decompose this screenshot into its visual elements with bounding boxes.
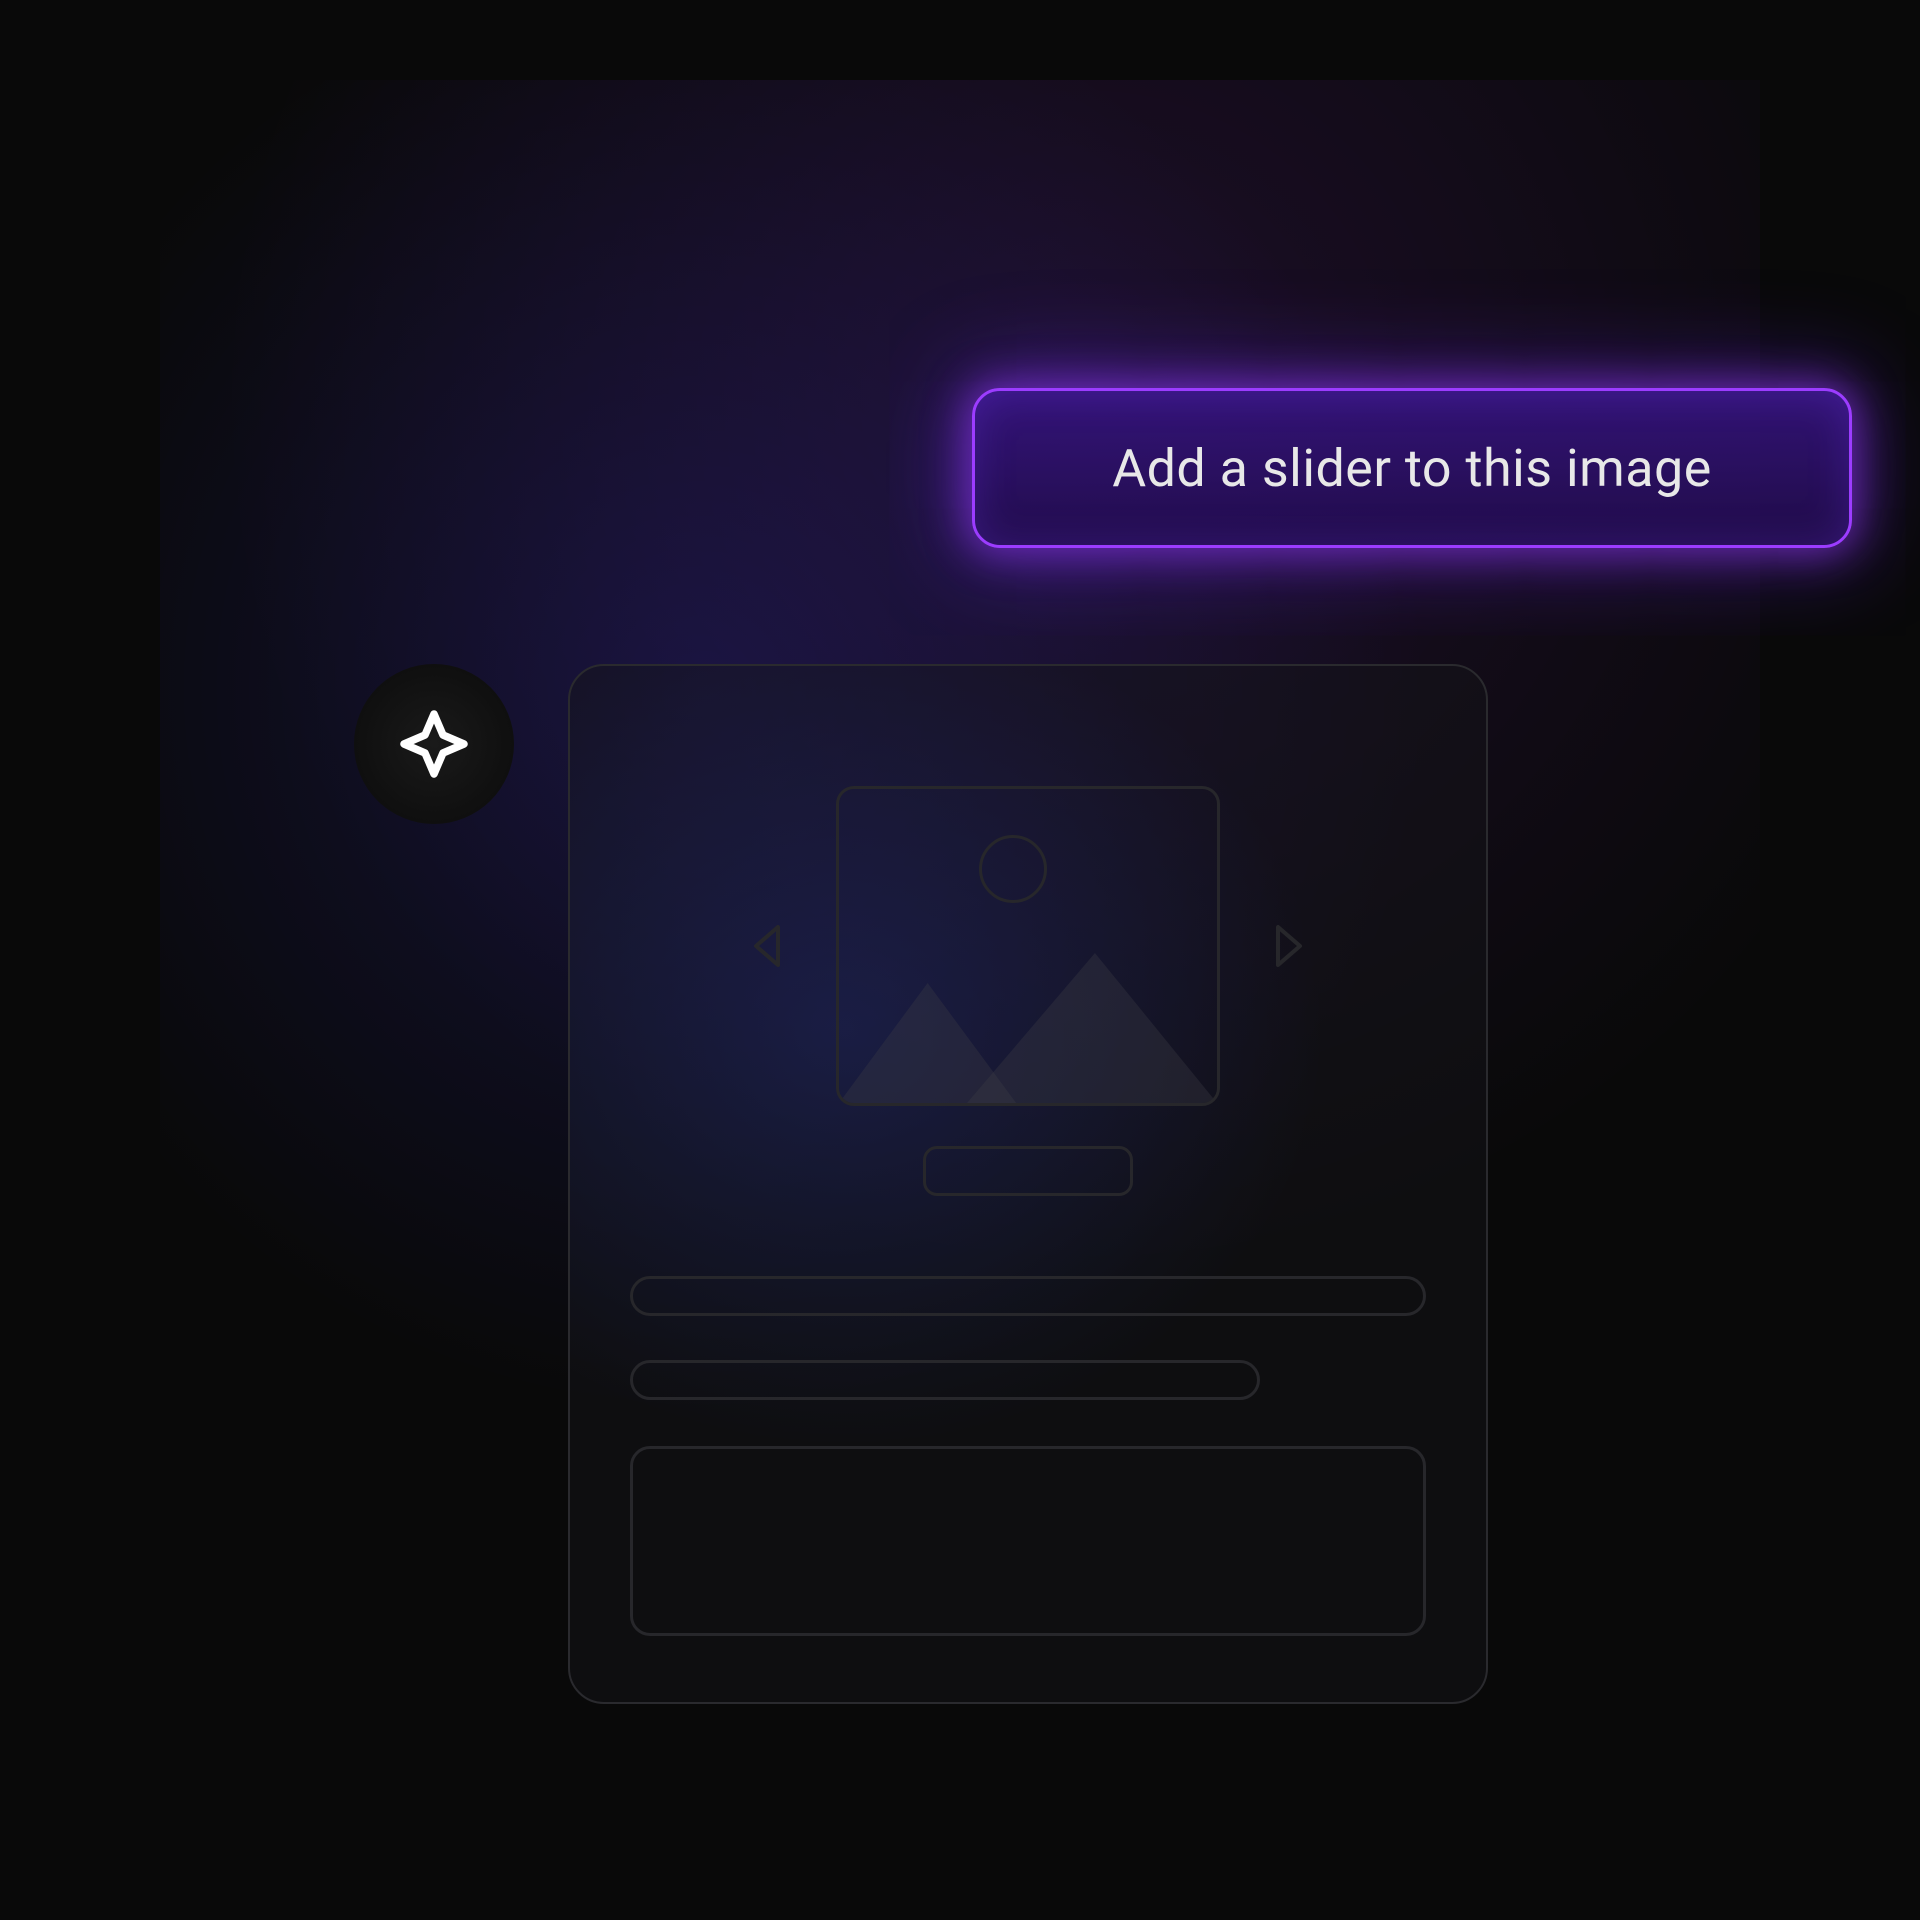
slider-next-button[interactable] — [1268, 921, 1308, 971]
chevron-left-icon — [748, 921, 788, 971]
text-line-skeleton — [630, 1276, 1426, 1316]
image-placeholder[interactable] — [836, 786, 1220, 1106]
card-skeleton — [630, 1446, 1426, 1636]
text-line-skeleton — [630, 1360, 1260, 1400]
ai-prompt-text: Add a slider to this image — [1112, 438, 1712, 499]
ai-prompt-chip[interactable]: Add a slider to this image — [972, 388, 1852, 548]
caption-skeleton — [923, 1146, 1133, 1196]
image-slider — [570, 786, 1486, 1106]
placeholder-sun-icon — [979, 835, 1047, 903]
chevron-right-icon — [1268, 921, 1308, 971]
ai-assist-button[interactable] — [354, 664, 514, 824]
page-wireframe — [568, 664, 1488, 1704]
slider-prev-button[interactable] — [748, 921, 788, 971]
sparkle-icon — [398, 708, 470, 780]
placeholder-mountains-icon — [839, 943, 1217, 1103]
